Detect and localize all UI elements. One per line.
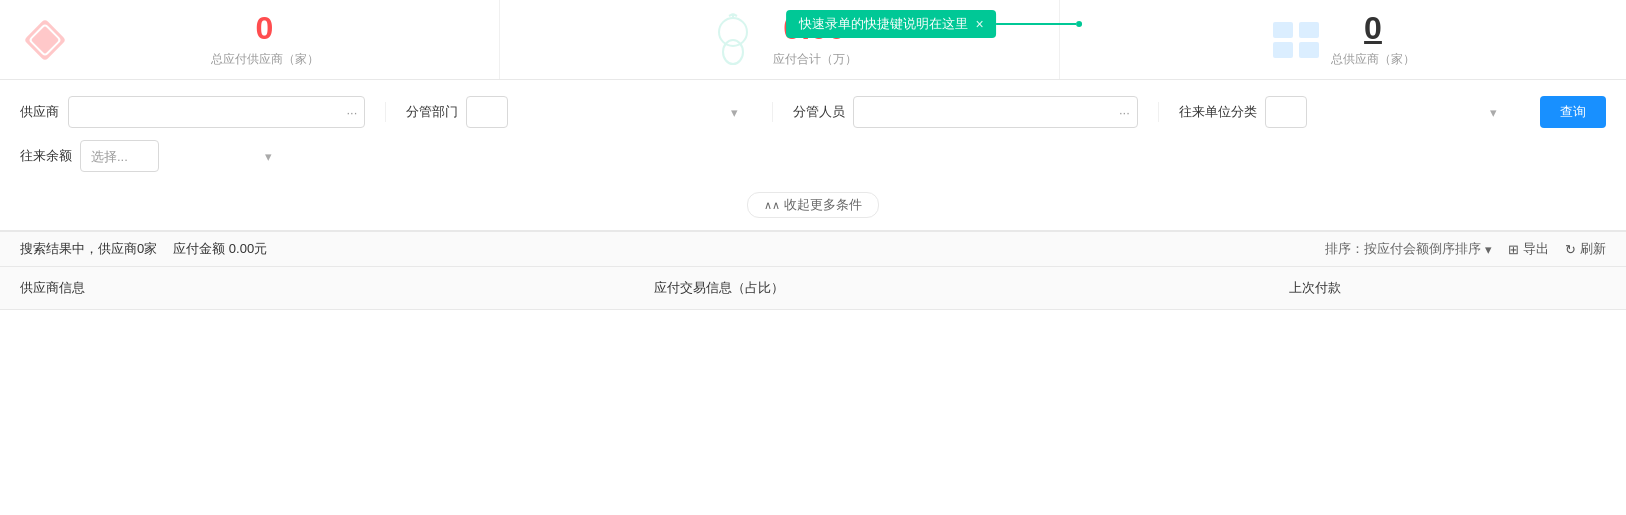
separator-3 xyxy=(1158,102,1159,122)
query-btn-wrapper: 查询 xyxy=(1540,96,1606,128)
results-bar: 搜索结果中，供应商0家 应付金额 0.00元 排序：按应付会额倒序排序 ▾ ⊞ … xyxy=(0,231,1626,267)
sort-label: 排序：按应付会额倒序排序 xyxy=(1325,240,1481,258)
filter-row-1: 供应商 ··· 分管部门 ▾ 分管人员 ··· 往来单位分类 xyxy=(20,96,1606,128)
supplier-filter: 供应商 ··· xyxy=(20,96,365,128)
collapse-chevron-icon: ∧∧ xyxy=(764,199,780,212)
rice-bag-icon xyxy=(703,10,763,70)
unit-class-filter: 往来单位分类 ▾ xyxy=(1179,96,1524,128)
svg-rect-10 xyxy=(1299,42,1319,58)
balance-label: 往来余额 xyxy=(20,147,72,165)
supplier-input[interactable] xyxy=(68,96,365,128)
payable-suppliers-label: 总应付供应商（家） xyxy=(211,51,319,68)
stat-payable-suppliers: 0 总应付供应商（家） xyxy=(0,0,500,79)
collapse-button[interactable]: ∧∧ 收起更多条件 xyxy=(747,192,879,218)
separator-1 xyxy=(385,102,386,122)
person-input[interactable] xyxy=(853,96,1138,128)
total-suppliers-label: 总供应商（家） xyxy=(1331,51,1415,68)
tooltip-close-btn[interactable]: × xyxy=(976,16,984,32)
col-transaction-info: 应付交易信息（占比） xyxy=(654,279,1288,297)
stats-bar: 0 总应付供应商（家） 0.00 应付合计（万） 快速录单的快捷键说明在这里 × xyxy=(0,0,1626,80)
stat-payable-total: 0.00 应付合计（万） 快速录单的快捷键说明在这里 × xyxy=(500,0,1060,79)
separator-2 xyxy=(772,102,773,122)
export-button[interactable]: ⊞ 导出 xyxy=(1508,240,1549,258)
table-body xyxy=(0,310,1626,515)
refresh-icon: ↻ xyxy=(1565,242,1576,257)
unit-class-select[interactable] xyxy=(1265,96,1307,128)
tooltip-text: 快速录单的快捷键说明在这里 xyxy=(799,15,968,33)
svg-point-2 xyxy=(719,18,747,46)
total-suppliers-value: 0 xyxy=(1364,11,1382,46)
collapse-btn-label: 收起更多条件 xyxy=(784,196,862,214)
col-last-payment: 上次付款 xyxy=(1289,279,1606,297)
results-summary: 搜索结果中，供应商0家 应付金额 0.00元 xyxy=(20,240,267,258)
person-label: 分管人员 xyxy=(793,103,845,121)
table-header: 供应商信息 应付交易信息（占比） 上次付款 xyxy=(0,267,1626,310)
svg-point-3 xyxy=(723,40,743,64)
results-actions: 排序：按应付会额倒序排序 ▾ ⊞ 导出 ↻ 刷新 xyxy=(1325,240,1606,258)
balance-filter: 往来余额 选择... ▾ xyxy=(20,140,360,172)
diamond-icon xyxy=(20,15,70,65)
dept-chevron-icon: ▾ xyxy=(731,105,738,120)
results-amount: 应付金额 0.00元 xyxy=(173,240,267,258)
grid-icon xyxy=(1271,20,1321,60)
tooltip-dot xyxy=(1074,19,1084,29)
svg-rect-7 xyxy=(1273,22,1293,38)
svg-rect-8 xyxy=(1299,22,1319,38)
dept-filter: 分管部门 ▾ xyxy=(406,96,751,128)
sort-chevron-icon: ▾ xyxy=(1485,242,1492,257)
payable-total-label: 应付合计（万） xyxy=(773,51,857,68)
results-text: 搜索结果中，供应商0家 xyxy=(20,240,157,258)
filter-area: 供应商 ··· 分管部门 ▾ 分管人员 ··· 往来单位分类 xyxy=(0,80,1626,231)
person-filter: 分管人员 ··· xyxy=(793,96,1138,128)
dept-label: 分管部门 xyxy=(406,103,458,121)
supplier-suffix-btn[interactable]: ··· xyxy=(346,105,357,120)
dept-select[interactable] xyxy=(466,96,508,128)
filter-row-2: 往来余额 选择... ▾ xyxy=(20,140,1606,172)
svg-rect-9 xyxy=(1273,42,1293,58)
unit-class-label: 往来单位分类 xyxy=(1179,103,1257,121)
balance-select[interactable]: 选择... xyxy=(80,140,159,172)
export-icon: ⊞ xyxy=(1508,242,1519,257)
unit-class-chevron-icon: ▾ xyxy=(1490,105,1497,120)
stat-total-suppliers: 0 总供应商（家） xyxy=(1060,0,1626,79)
payable-suppliers-value: 0 xyxy=(256,11,274,46)
collapse-bar: ∧∧ 收起更多条件 xyxy=(20,184,1606,230)
query-button[interactable]: 查询 xyxy=(1540,96,1606,128)
table-area: 供应商信息 应付交易信息（占比） 上次付款 xyxy=(0,267,1626,515)
refresh-button[interactable]: ↻ 刷新 xyxy=(1565,240,1606,258)
refresh-label: 刷新 xyxy=(1580,240,1606,258)
sort-selector[interactable]: 排序：按应付会额倒序排序 ▾ xyxy=(1325,240,1492,258)
person-suffix-btn[interactable]: ··· xyxy=(1119,105,1130,120)
export-label: 导出 xyxy=(1523,240,1549,258)
tooltip-bubble: 快速录单的快捷键说明在这里 × xyxy=(787,10,996,38)
col-supplier-info: 供应商信息 xyxy=(20,279,654,297)
supplier-label: 供应商 xyxy=(20,103,60,121)
balance-chevron-icon: ▾ xyxy=(265,149,272,164)
